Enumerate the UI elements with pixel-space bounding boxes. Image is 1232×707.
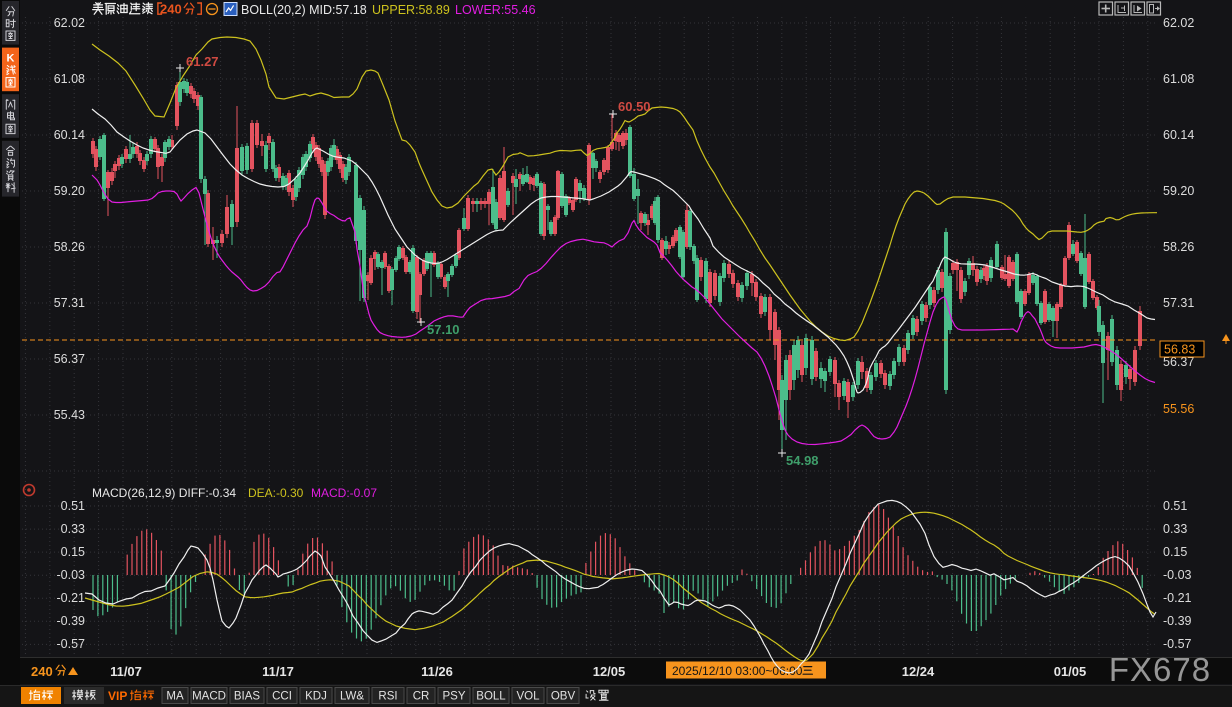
- svg-text:OBV: OBV: [551, 691, 576, 703]
- svg-text:VOL: VOL: [516, 691, 540, 703]
- svg-text:240: 240: [160, 2, 182, 17]
- svg-text:-0.03: -0.03: [1163, 568, 1192, 582]
- svg-text:57.31: 57.31: [54, 296, 85, 310]
- svg-text:-0.57: -0.57: [1163, 637, 1192, 651]
- svg-text:12/24: 12/24: [902, 664, 935, 679]
- svg-text:DEA:-0.30: DEA:-0.30: [248, 486, 304, 500]
- svg-text:MACD:-0.07: MACD:-0.07: [311, 486, 377, 500]
- svg-text:57.31: 57.31: [1163, 296, 1194, 310]
- svg-text:CCI: CCI: [272, 691, 292, 703]
- svg-text:BOLL(20,2) MID:57.18: BOLL(20,2) MID:57.18: [241, 3, 367, 17]
- svg-text:01/05: 01/05: [1054, 664, 1087, 679]
- svg-text:-0.03: -0.03: [57, 568, 86, 582]
- svg-text:VIP: VIP: [108, 689, 127, 703]
- svg-text:54.98: 54.98: [786, 453, 819, 468]
- svg-text:K: K: [7, 53, 15, 65]
- svg-text:62.02: 62.02: [54, 16, 85, 30]
- svg-text:61.27: 61.27: [186, 54, 219, 69]
- svg-text:55.56: 55.56: [1163, 402, 1194, 416]
- svg-text:12/05: 12/05: [593, 664, 626, 679]
- svg-text:61.08: 61.08: [1163, 72, 1194, 86]
- svg-text:BIAS: BIAS: [234, 691, 261, 703]
- svg-text:-0.21: -0.21: [1163, 591, 1192, 605]
- svg-text:-0.39: -0.39: [57, 614, 86, 628]
- svg-text:KDJ: KDJ: [305, 691, 327, 703]
- svg-text:FX678: FX678: [1109, 651, 1211, 688]
- svg-text:58.26: 58.26: [1163, 240, 1194, 254]
- svg-text:PSY: PSY: [442, 691, 465, 703]
- svg-text:62.02: 62.02: [1163, 16, 1194, 30]
- svg-text:56.37: 56.37: [54, 352, 85, 366]
- svg-text:LOWER:55.46: LOWER:55.46: [455, 3, 536, 17]
- svg-text:0.33: 0.33: [1163, 522, 1187, 536]
- svg-text:60.14: 60.14: [54, 128, 85, 142]
- svg-text:CR: CR: [413, 691, 430, 703]
- svg-text:0.51: 0.51: [61, 499, 85, 513]
- svg-text:11/07: 11/07: [110, 664, 142, 679]
- svg-text:-0.21: -0.21: [57, 591, 86, 605]
- svg-text:56.83: 56.83: [1164, 343, 1195, 357]
- svg-text:0.15: 0.15: [61, 545, 85, 559]
- svg-text:RSI: RSI: [378, 691, 397, 703]
- svg-text:59.20: 59.20: [54, 184, 85, 198]
- svg-text:-0.39: -0.39: [1163, 614, 1192, 628]
- svg-text:60.50: 60.50: [618, 99, 651, 114]
- svg-text:MACD(26,12,9) DIFF:-0.34: MACD(26,12,9) DIFF:-0.34: [92, 486, 236, 500]
- svg-text:59.20: 59.20: [1163, 184, 1194, 198]
- svg-text:58.26: 58.26: [54, 240, 85, 254]
- svg-text:BOLL: BOLL: [476, 691, 506, 703]
- svg-text:MACD: MACD: [192, 691, 226, 703]
- svg-text:UPPER:58.89: UPPER:58.89: [372, 3, 450, 17]
- svg-text:57.10: 57.10: [427, 322, 460, 337]
- svg-text:0.51: 0.51: [1163, 499, 1187, 513]
- svg-text:60.14: 60.14: [1163, 128, 1194, 142]
- svg-text:11/26: 11/26: [421, 664, 453, 679]
- svg-text:240: 240: [31, 664, 53, 679]
- svg-text:-0.57: -0.57: [57, 637, 86, 651]
- svg-text:11/17: 11/17: [262, 664, 294, 679]
- svg-text:MA: MA: [166, 691, 184, 703]
- svg-text:61.08: 61.08: [54, 72, 85, 86]
- svg-text:0.15: 0.15: [1163, 545, 1187, 559]
- svg-text:55.43: 55.43: [54, 408, 85, 422]
- svg-text:LW&: LW&: [340, 691, 364, 703]
- svg-text:0.33: 0.33: [61, 522, 85, 536]
